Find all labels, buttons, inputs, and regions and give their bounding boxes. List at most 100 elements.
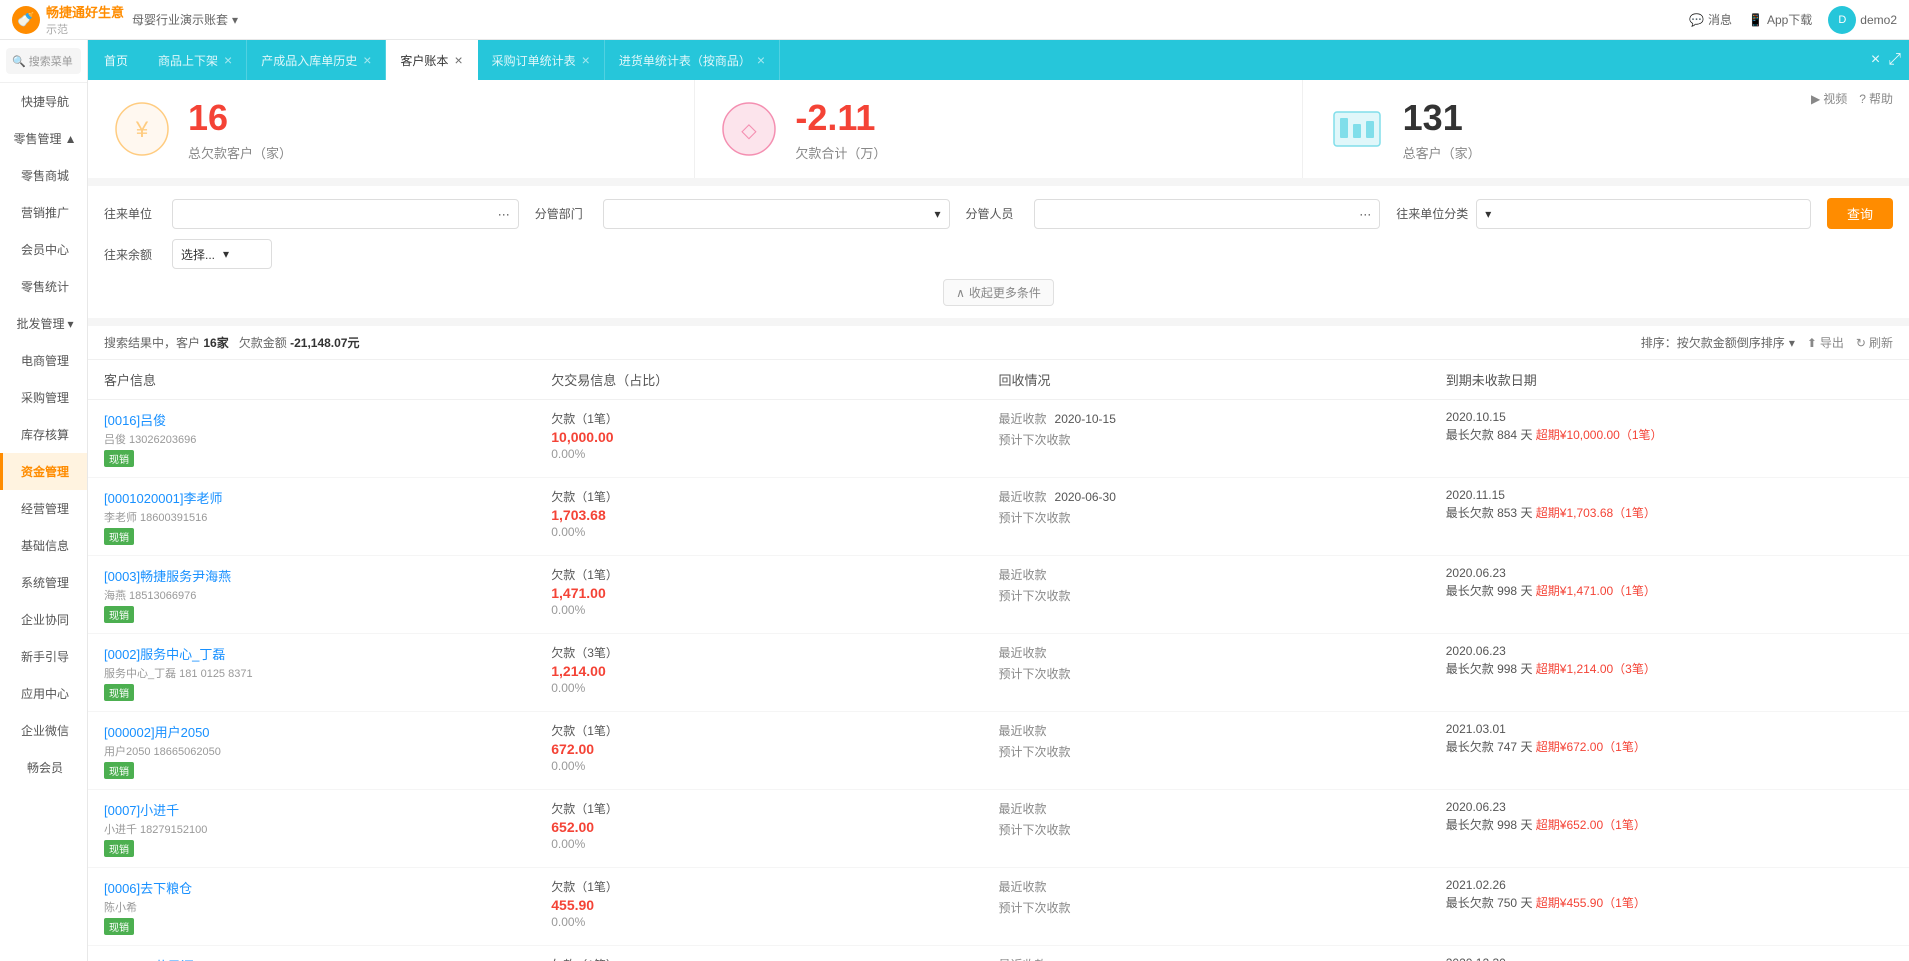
message-button[interactable]: 💬 消息	[1689, 11, 1732, 28]
overdue-detail: 最长欠款 998 天 超期¥1,214.00（3笔）	[1446, 660, 1893, 677]
refresh-icon: ↻	[1856, 336, 1866, 350]
source-unit-input[interactable]: ···	[172, 199, 519, 229]
logo-area: 🍼 畅捷通好生意 示范	[12, 2, 124, 37]
maximize-button[interactable]: ⤢	[1888, 51, 1901, 69]
tab-close-icon[interactable]: ×	[363, 53, 371, 67]
customer-name-link[interactable]: [0007]小进千	[104, 800, 551, 819]
sidebar-item-batch-mgmt[interactable]: 批发管理 ▾	[0, 305, 87, 342]
sidebar-item-inventory[interactable]: 库存核算	[0, 416, 87, 453]
customer-name-link[interactable]: [0003]畅捷服务尹海燕	[104, 566, 551, 585]
customer-name-link[interactable]: [0001020001]李老师	[104, 488, 551, 507]
customer-name-link[interactable]: [000001]黄思源	[104, 956, 551, 961]
sidebar-item-retail-mall[interactable]: 零售商城	[0, 157, 87, 194]
recovery-info-cell: 最近收款 2020-06-30 预计下次收款	[999, 488, 1446, 545]
balance-selected: 选择...	[181, 246, 215, 263]
debt-amount: 1,471.00	[551, 585, 998, 601]
debt-info-cell: 欠款（1笔） 672.00 0.00%	[551, 722, 998, 779]
customer-name-link[interactable]: [0006]去下粮仓	[104, 878, 551, 897]
unit-category-label: 往来单位分类	[1396, 205, 1468, 222]
sidebar-item-ecommerce[interactable]: 电商管理	[0, 342, 87, 379]
avatar-initials: D	[1838, 14, 1846, 26]
overdue-link[interactable]: 超期¥1,471.00（1笔）	[1536, 584, 1656, 598]
filter-row-1: 往来单位 ··· 分管部门 ▾	[104, 198, 1893, 229]
overdue-detail: 最长欠款 884 天 超期¥10,000.00（1笔）	[1446, 426, 1893, 443]
sidebar-item-purchase[interactable]: 采购管理	[0, 379, 87, 416]
refresh-button[interactable]: ↻ 刷新	[1856, 334, 1893, 351]
close-all-tabs-button[interactable]: ×	[1871, 51, 1880, 69]
customer-info-cell: [000002]用户2050 用户2050 18665062050 现销	[104, 722, 551, 779]
sort-chevron: ▾	[1789, 336, 1795, 350]
export-button[interactable]: ⬆ 导出	[1807, 334, 1844, 351]
app-download-button[interactable]: 📱 App下载	[1748, 11, 1812, 28]
app-download-icon: 📱	[1748, 13, 1763, 27]
tab-close-icon[interactable]: ×	[757, 53, 765, 67]
sidebar-item-app-center[interactable]: 应用中心	[0, 675, 87, 712]
manager-label: 分管人员	[966, 205, 1026, 222]
stat-card-debt-customers: ¥ 16 总欠款客户（家）	[88, 80, 695, 178]
sidebar-item-quick-nav[interactable]: 快捷导航	[0, 83, 87, 120]
balance-chevron: ▾	[223, 247, 229, 261]
customer-name-link[interactable]: [0016]吕俊	[104, 410, 551, 429]
sidebar-item-label: 资金管理	[21, 465, 69, 479]
sidebar-item-basic-info[interactable]: 基础信息	[0, 527, 87, 564]
sidebar-item-free-member[interactable]: 畅会员	[0, 749, 87, 786]
sidebar-item-ops[interactable]: 经营管理	[0, 490, 87, 527]
results-info: 搜索结果中，客户 16家 欠款金额 -21,148.07元	[104, 334, 359, 351]
table-row: [0007]小进千 小进千 18279152100 现销 欠款（1笔） 652.…	[88, 790, 1909, 868]
tab-product-inbound[interactable]: 产成品入库单历史 ×	[247, 40, 386, 80]
sidebar-item-enterprise[interactable]: 企业协同	[0, 601, 87, 638]
customer-info-cell: [000001]黄思源 黄思源 13552700226 现销	[104, 956, 551, 961]
main-container: 🔍 搜索菜单 快捷导航 零售管理 ▲ 零售商城 营销推广 会员中心 零售统计	[0, 40, 1909, 961]
tab-home[interactable]: 首页	[88, 40, 144, 80]
debt-count: 欠款（1笔）	[551, 488, 998, 505]
sidebar-item-marketing[interactable]: 营销推广	[0, 194, 87, 231]
search-button[interactable]: 查询	[1827, 198, 1893, 229]
user-menu[interactable]: D demo2	[1828, 6, 1897, 34]
help-link[interactable]: ? 帮助	[1859, 90, 1893, 107]
tab-inbound-stats[interactable]: 进货单统计表（按商品） ×	[605, 40, 780, 80]
sidebar-item-sys-mgmt[interactable]: 系统管理	[0, 564, 87, 601]
last-collection-label: 最近收款	[999, 722, 1047, 739]
overdue-link[interactable]: 超期¥672.00（1笔）	[1536, 740, 1646, 754]
customer-name-link[interactable]: [0002]服务中心_丁磊	[104, 644, 551, 663]
overdue-link[interactable]: 超期¥455.90（1笔）	[1536, 896, 1646, 910]
unit-category-select[interactable]: ▾	[1476, 199, 1811, 229]
balance-select[interactable]: 选择... ▾	[172, 239, 272, 269]
sidebar-item-retail-stats[interactable]: 零售统计	[0, 268, 87, 305]
collapse-button[interactable]: ∧ 收起更多条件	[943, 279, 1054, 306]
stat-info-1: 16 总欠款客户（家）	[188, 96, 670, 162]
tab-purchase-summary[interactable]: 采购订单统计表 ×	[478, 40, 605, 80]
sidebar-item-retail-mgmt[interactable]: 零售管理 ▲	[0, 120, 87, 157]
overdue-link[interactable]: 超期¥652.00（1笔）	[1536, 818, 1646, 832]
overdue-link[interactable]: 超期¥1,214.00（3笔）	[1536, 662, 1656, 676]
sidebar-item-enterprise-wx[interactable]: 企业微信	[0, 712, 87, 749]
dept-arrow: ▾	[934, 207, 940, 221]
search-menu-button[interactable]: 🔍 搜索菜单	[6, 48, 81, 74]
industry-selector[interactable]: 母婴行业演示账套 ▾	[132, 11, 238, 28]
manager-input[interactable]: ···	[1034, 199, 1381, 229]
overdue-link[interactable]: 超期¥1,703.68（1笔）	[1536, 506, 1656, 520]
filter-row-2: 往来余额 选择... ▾	[104, 239, 1893, 269]
video-link[interactable]: ▶ 视频	[1811, 90, 1847, 107]
debt-percent: 0.00%	[551, 603, 998, 617]
customer-tag: 现销	[104, 606, 134, 623]
overdue-link[interactable]: 超期¥10,000.00（1笔）	[1536, 428, 1663, 442]
dept-select[interactable]: ▾	[603, 199, 950, 229]
sidebar-search[interactable]: 🔍 搜索菜单	[0, 40, 87, 83]
last-collection-row: 最近收款	[999, 566, 1446, 583]
tab-close-icon[interactable]: ×	[454, 53, 462, 67]
customer-name-link[interactable]: [000002]用户2050	[104, 722, 551, 741]
customer-count: 16家	[203, 336, 228, 350]
sidebar-item-capital[interactable]: 资金管理	[0, 453, 87, 490]
svg-text:¥: ¥	[135, 117, 149, 142]
sidebar-item-member[interactable]: 会员中心	[0, 231, 87, 268]
overdue-date: 2020.06.23	[1446, 566, 1893, 580]
recovery-info-cell: 最近收款 预计下次收款	[999, 722, 1446, 779]
tab-product-offshelf[interactable]: 商品上下架 ×	[144, 40, 247, 80]
tab-close-icon[interactable]: ×	[224, 53, 232, 67]
export-icon: ⬆	[1807, 336, 1817, 350]
tab-close-icon[interactable]: ×	[582, 53, 590, 67]
tab-customer-account[interactable]: 客户账本 ×	[386, 40, 477, 80]
sidebar-item-new-guide[interactable]: 新手引导	[0, 638, 87, 675]
sort-select[interactable]: 排序：按欠款金额倒序排序 ▾	[1641, 334, 1795, 351]
